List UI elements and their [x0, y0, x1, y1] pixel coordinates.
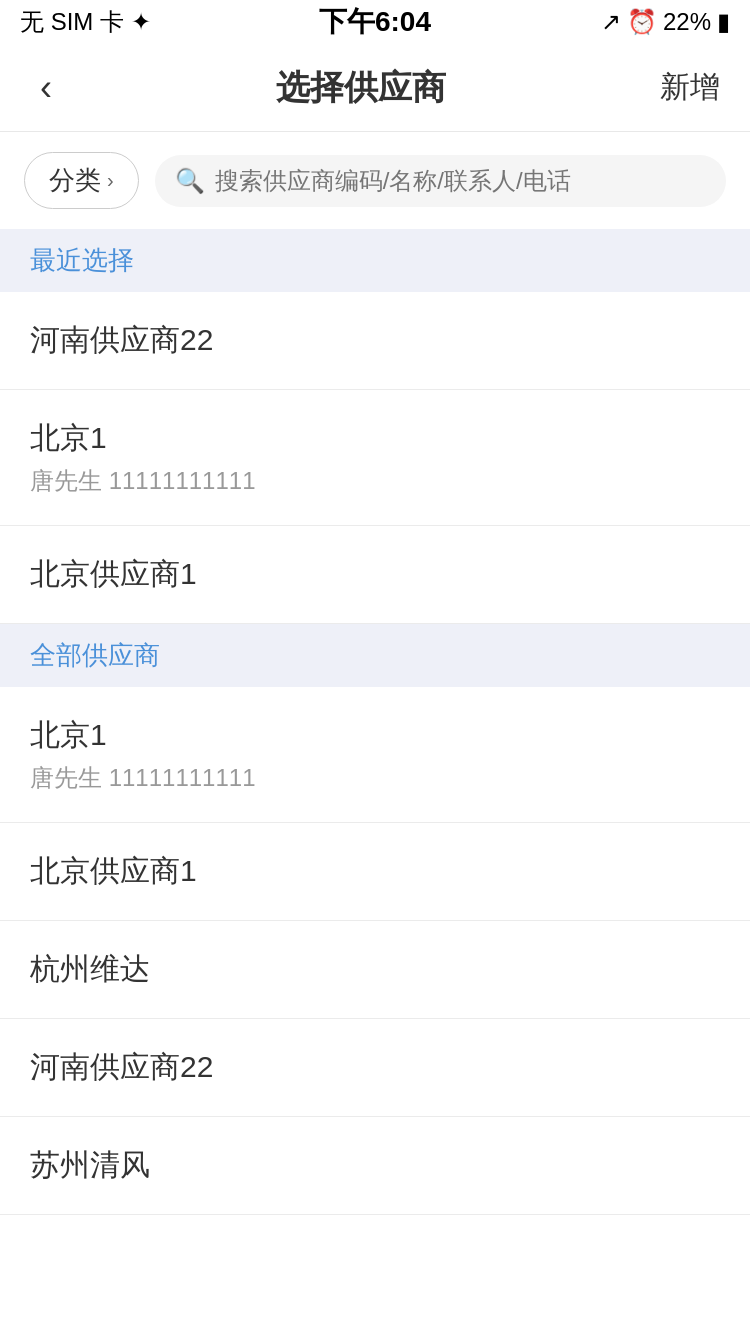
list-item[interactable]: 河南供应商22 — [0, 292, 750, 390]
list-item[interactable]: 北京1 唐先生 11111111111 — [0, 687, 750, 823]
status-left: 无 SIM 卡 ✦ — [20, 6, 151, 38]
item-name: 北京供应商1 — [30, 554, 720, 595]
item-name: 北京供应商1 — [30, 851, 720, 892]
status-time: 下午6:04 — [319, 3, 431, 41]
location-icon: ↗ — [601, 8, 621, 36]
list-item[interactable]: 北京1 唐先生 11111111111 — [0, 390, 750, 526]
search-icon: 🔍 — [175, 167, 205, 195]
nav-bar: ‹ 选择供应商 新增 — [0, 44, 750, 132]
item-name: 北京1 — [30, 418, 720, 459]
category-label: 分类 — [49, 163, 101, 198]
back-button[interactable]: ‹ — [30, 57, 62, 119]
status-bar: 无 SIM 卡 ✦ 下午6:04 ↗ ⏰ 22% ▮ — [0, 0, 750, 44]
all-list: 北京1 唐先生 11111111111 北京供应商1 杭州维达河南供应商22 苏州清风 — [0, 687, 750, 1215]
recent-list: 河南供应商22 北京1 唐先生 11111111111 北京供应商1 — [0, 292, 750, 624]
category-button[interactable]: 分类 › — [24, 152, 139, 209]
item-name: 河南供应商22 — [30, 1047, 720, 1088]
alarm-icon: ⏰ — [627, 8, 657, 36]
status-right: ↗ ⏰ 22% ▮ — [601, 8, 730, 36]
add-button[interactable]: 新增 — [660, 67, 720, 108]
search-box: 🔍 — [155, 155, 726, 207]
recent-section-header: 最近选择 — [0, 229, 750, 292]
list-item[interactable]: 杭州维达 — [0, 921, 750, 1019]
battery-label: 22% — [663, 8, 711, 36]
filter-bar: 分类 › 🔍 — [0, 132, 750, 229]
no-sim-label: 无 SIM 卡 ✦ — [20, 6, 151, 38]
item-name: 河南供应商22 — [30, 320, 720, 361]
all-section-header: 全部供应商 — [0, 624, 750, 687]
list-item[interactable]: 北京供应商1 — [0, 823, 750, 921]
search-input[interactable] — [215, 167, 706, 195]
item-name: 北京1 — [30, 715, 720, 756]
page-title: 选择供应商 — [276, 65, 446, 111]
list-item[interactable]: 河南供应商22 — [0, 1019, 750, 1117]
item-detail: 唐先生 11111111111 — [30, 465, 720, 497]
list-item[interactable]: 北京供应商1 — [0, 526, 750, 624]
battery-icon: ▮ — [717, 8, 730, 36]
item-name: 苏州清风 — [30, 1145, 720, 1186]
chevron-right-icon: › — [107, 169, 114, 192]
item-detail: 唐先生 11111111111 — [30, 762, 720, 794]
item-name: 杭州维达 — [30, 949, 720, 990]
list-item[interactable]: 苏州清风 — [0, 1117, 750, 1215]
